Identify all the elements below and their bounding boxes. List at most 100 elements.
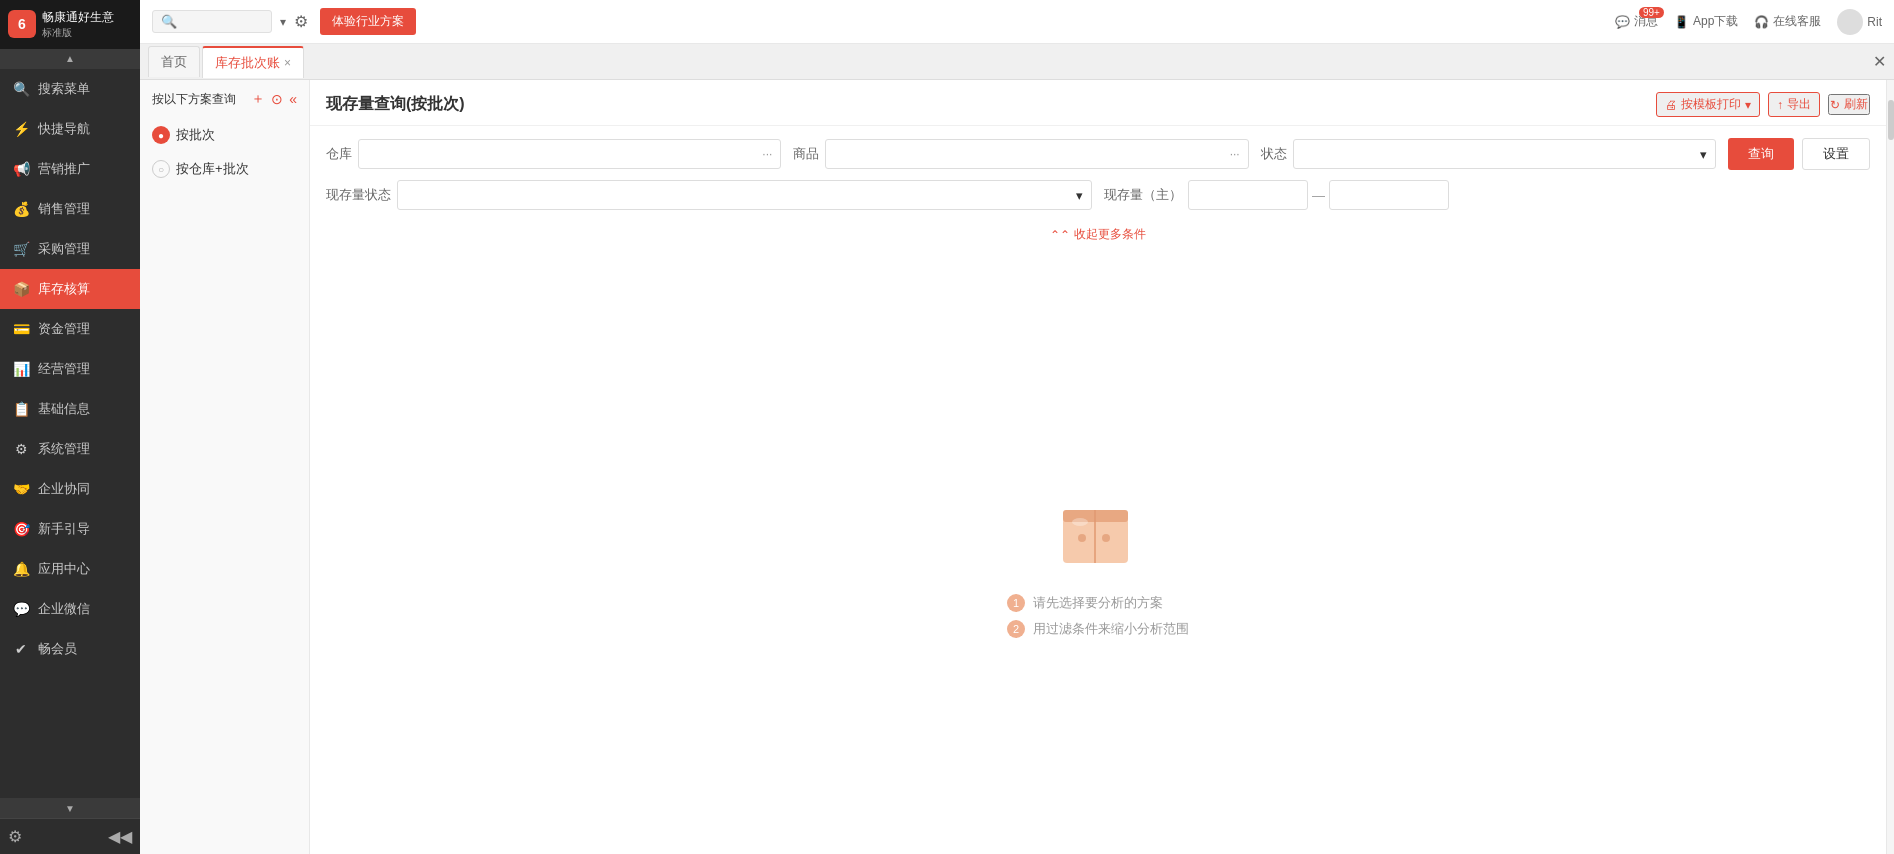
app-download-label: App下载 — [1693, 13, 1738, 30]
user-avatar-btn[interactable]: Rit — [1837, 9, 1882, 35]
footer-settings-icon[interactable]: ⚙ — [8, 827, 22, 846]
message-icon: 💬 — [1615, 15, 1630, 29]
sidebar-header: 6 畅康通好生意 标准版 — [0, 0, 140, 49]
hint-num-2: 2 — [1007, 620, 1025, 638]
sidebar-item-guide[interactable]: 🎯新手引导 — [0, 509, 140, 549]
inventory-status-group: 现存量状态 ▾ — [326, 180, 1092, 210]
right-scrollbar[interactable] — [1886, 80, 1894, 854]
sidebar-item-wechat[interactable]: 💬企业微信 — [0, 589, 140, 629]
online-service-btn[interactable]: 🎧 在线客服 — [1754, 13, 1821, 30]
sidebar-footer: ⚙ ◀◀ — [0, 818, 140, 854]
sidebar-item-enterprise[interactable]: 🤝企业协同 — [0, 469, 140, 509]
hint-num-1: 1 — [1007, 594, 1025, 612]
page-header-actions: 🖨 按模板打印 ▾ ↑ 导出 ↻ 刷新 — [1656, 92, 1870, 117]
sidebar-item-member[interactable]: ✔畅会员 — [0, 629, 140, 669]
sidebar-label-purchase: 采购管理 — [38, 240, 90, 258]
scroll-up-arrow[interactable]: ▲ — [0, 49, 140, 69]
search-icon: 🔍 — [161, 14, 177, 29]
add-scheme-icon[interactable]: ＋ — [251, 90, 265, 108]
print-dropdown-icon[interactable]: ▾ — [1745, 98, 1751, 112]
app-name: 畅康通好生意 — [42, 10, 114, 26]
filter-row-2: 现存量状态 ▾ 现存量（主） — — [326, 180, 1870, 210]
system-icon: ⚙ — [12, 440, 30, 458]
collapse-up-icon: ⌃⌃ — [1050, 228, 1070, 242]
sidebar-item-shortcut[interactable]: ⚡快捷导航 — [0, 109, 140, 149]
purchase-icon: 🛒 — [12, 240, 30, 258]
scroll-down-arrow[interactable]: ▼ — [0, 798, 140, 818]
print-btn[interactable]: 🖨 按模板打印 ▾ — [1656, 92, 1760, 117]
inventory-icon: 📦 — [12, 280, 30, 298]
header-search-box[interactable]: 🔍 — [152, 10, 272, 33]
app-download-icon: 📱 — [1674, 15, 1689, 29]
product-filter-input[interactable]: ··· — [825, 139, 1248, 169]
sidebar-item-sales[interactable]: 💰 销售管理 — [0, 189, 140, 229]
warehouse-filter-group: 仓库 ··· — [326, 139, 781, 169]
hint-item-2: 2 用过滤条件来缩小分析范围 — [1007, 620, 1189, 638]
tab-home[interactable]: 首页 — [148, 46, 200, 77]
top-header: 🔍 ▾ ⚙ 体验行业方案 💬 消息 99+ 📱 App下载 🎧 在线客服 Rit — [140, 0, 1894, 44]
query-btn[interactable]: 查询 — [1728, 138, 1794, 170]
sidebar-item-app_center[interactable]: 🔔应用中心 — [0, 549, 140, 589]
inventory-status-select[interactable]: ▾ — [397, 180, 1092, 210]
messages-btn[interactable]: 💬 消息 99+ — [1615, 13, 1658, 30]
warehouse-more-icon[interactable]: ··· — [762, 147, 772, 161]
collapse-row[interactable]: ⌃⌃ 收起更多条件 — [326, 220, 1870, 249]
refresh-btn[interactable]: ↻ 刷新 — [1828, 94, 1870, 115]
sidebar-item-purchase[interactable]: 🛒 采购管理 — [0, 229, 140, 269]
sidebar-item-finance[interactable]: 💳 资金管理 — [0, 309, 140, 349]
sidebar-label-basic: 基础信息 — [38, 400, 90, 418]
batch-scheme-label: 按批次 — [176, 126, 215, 144]
app_center-icon: 🔔 — [12, 560, 30, 578]
warehouse_batch-scheme-label: 按仓库+批次 — [176, 160, 249, 178]
product-more-icon[interactable]: ··· — [1230, 147, 1240, 161]
sidebar-item-search[interactable]: 🔍搜索菜单 — [0, 69, 140, 109]
sales-icon: 💰 — [12, 200, 30, 218]
trial-btn[interactable]: 体验行业方案 — [320, 8, 416, 35]
sidebar-label-finance: 资金管理 — [38, 320, 90, 338]
scheme-settings-icon[interactable]: ⊙ — [271, 91, 283, 107]
header-dropdown-btn[interactable]: ▾ — [280, 15, 286, 29]
messages-badge: 99+ — [1639, 7, 1664, 18]
sidebar-label-marketing: 营销推广 — [38, 160, 90, 178]
header-settings-icon[interactable]: ⚙ — [294, 12, 308, 31]
filter-row-1: 仓库 ··· 商品 ··· 状态 — [326, 138, 1870, 170]
warehouse-filter-input[interactable]: ··· — [358, 139, 781, 169]
sidebar-label-shortcut: 快捷导航 — [38, 120, 90, 138]
sidebar-item-marketing[interactable]: 📢营销推广 — [0, 149, 140, 189]
scheme-item-batch[interactable]: ●按批次 — [140, 118, 309, 152]
collapse-panel-icon[interactable]: « — [289, 91, 297, 107]
qty-to-input[interactable] — [1329, 180, 1449, 210]
tab-bar-right: ✕ — [1873, 52, 1886, 71]
scheme-item-warehouse_batch[interactable]: ○按仓库+批次 — [140, 152, 309, 186]
footer-collapse-icon[interactable]: ◀◀ — [108, 827, 132, 846]
app-logo: 6 — [8, 10, 36, 38]
sidebar-item-inventory[interactable]: 📦库存核算 — [0, 269, 140, 309]
inv-status-dropdown-icon: ▾ — [1076, 188, 1083, 203]
content-area: 按以下方案查询 ＋ ⊙ « ●按批次○按仓库+批次 现存量查询(按批次) 🖨 按 — [140, 80, 1894, 854]
guide-icon: 🎯 — [12, 520, 30, 538]
filter-settings-btn[interactable]: 设置 — [1802, 138, 1870, 170]
sidebar-item-system[interactable]: ⚙ 系统管理 — [0, 429, 140, 469]
svg-point-4 — [1102, 534, 1110, 542]
enterprise-icon: 🤝 — [12, 480, 30, 498]
status-filter-select[interactable]: ▾ — [1293, 139, 1716, 169]
finance-icon: 💳 — [12, 320, 30, 338]
sidebar-item-operation[interactable]: 📊经营管理 — [0, 349, 140, 389]
sidebar-label-system: 系统管理 — [38, 440, 90, 458]
header-search-input[interactable] — [181, 15, 261, 29]
headset-icon: 🎧 — [1754, 15, 1769, 29]
app-download-btn[interactable]: 📱 App下载 — [1674, 13, 1738, 30]
tab-inventory-batch[interactable]: 库存批次账 × — [202, 46, 304, 78]
product-filter-group: 商品 ··· — [793, 139, 1248, 169]
tab-bar-close-icon[interactable]: ✕ — [1873, 52, 1886, 71]
sidebar-item-basic[interactable]: 📋基础信息 — [0, 389, 140, 429]
scheme-list: ●按批次○按仓库+批次 — [140, 118, 309, 854]
sidebar-label-search: 搜索菜单 — [38, 80, 90, 98]
sidebar-label-sales: 销售管理 — [38, 200, 90, 218]
empty-svg — [1048, 478, 1148, 578]
export-btn[interactable]: ↑ 导出 — [1768, 92, 1820, 117]
sidebar-label-wechat: 企业微信 — [38, 600, 90, 618]
tab-close-icon[interactable]: × — [284, 57, 291, 69]
user-avatar — [1837, 9, 1863, 35]
qty-from-input[interactable] — [1188, 180, 1308, 210]
